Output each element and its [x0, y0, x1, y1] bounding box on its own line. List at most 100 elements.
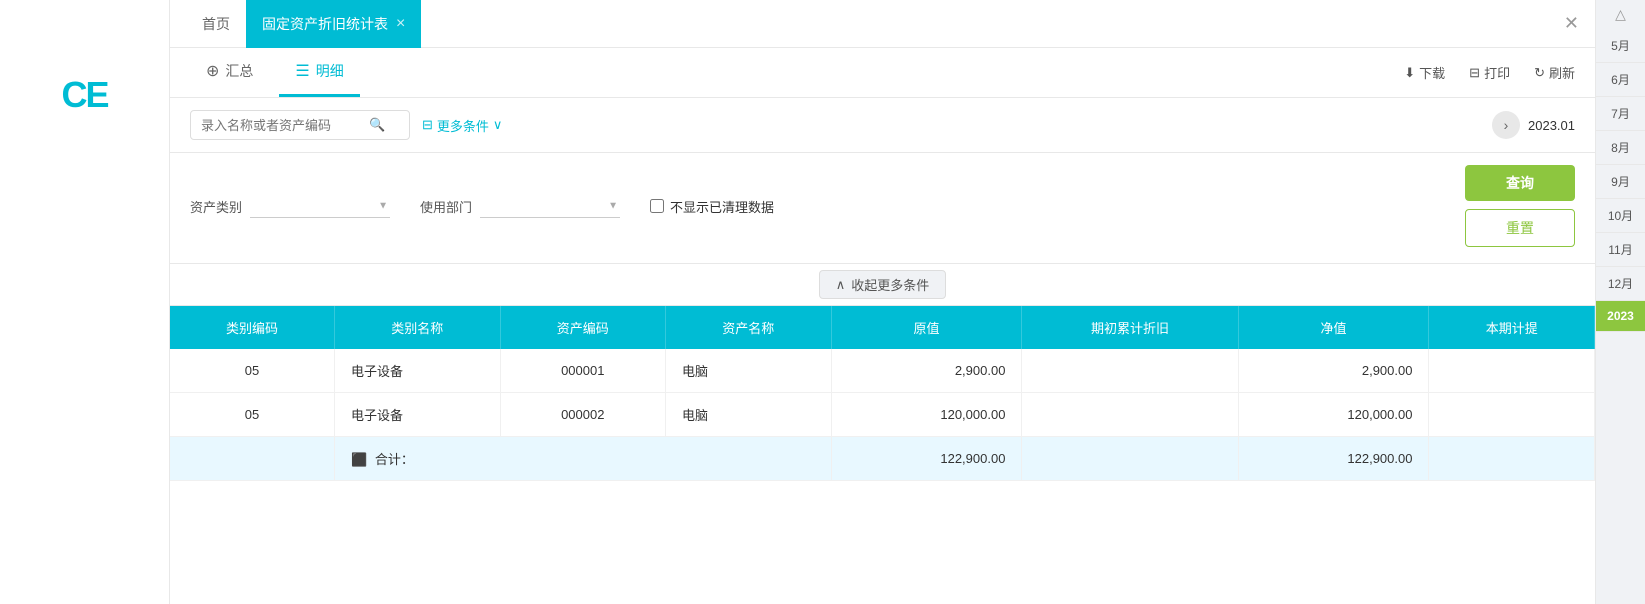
- collapse-more-btn[interactable]: ∧ 收起更多条件: [819, 270, 947, 299]
- cell-current-period: [1429, 393, 1595, 437]
- active-tab[interactable]: 固定资产折旧统计表 ×: [246, 0, 421, 48]
- asset-category-label: 资产类别: [190, 197, 242, 216]
- department-filter: 使用部门 ▼: [420, 194, 620, 218]
- refresh-label: 刷新: [1549, 63, 1575, 82]
- department-select[interactable]: [480, 194, 620, 218]
- month-6[interactable]: 6月: [1596, 63, 1645, 97]
- month-12[interactable]: 12月: [1596, 267, 1645, 301]
- active-tab-label: 固定资产折旧统计表: [262, 14, 388, 34]
- tab-detail[interactable]: ☰ 明细: [279, 48, 359, 97]
- tab-summary-label: 汇总: [225, 61, 253, 81]
- window-close-btn[interactable]: ✕: [1564, 13, 1579, 34]
- year-2023[interactable]: 2023: [1596, 301, 1645, 332]
- print-btn[interactable]: ⊟ 打印: [1469, 63, 1510, 82]
- collapse-bar: ∧ 收起更多条件: [170, 264, 1595, 306]
- summary-current-period: [1429, 437, 1595, 481]
- toolbar-actions: ⬇ 下载 ⊟ 打印 ↻ 刷新: [1404, 63, 1575, 82]
- collapse-sidebar-btn[interactable]: ›: [1492, 111, 1520, 139]
- col-accumulated-dep: 期初累计折旧: [1022, 306, 1238, 349]
- month-10[interactable]: 10月: [1596, 199, 1645, 233]
- col-net-value: 净值: [1238, 306, 1429, 349]
- col-current-period: 本期计提: [1429, 306, 1595, 349]
- department-select-wrapper: ▼: [480, 194, 620, 218]
- hide-cleared-checkbox[interactable]: [650, 199, 664, 213]
- sub-tabs: ⊕ 汇总 ☰ 明细 ⬇ 下载 ⊟ 打印 ↻ 刷新: [170, 48, 1595, 98]
- extended-filter: 资产类别 ▼ 使用部门 ▼ 不显示已清理数: [170, 153, 1595, 264]
- col-category-code: 类别编码: [170, 306, 335, 349]
- cell-asset-code: 000001: [500, 349, 666, 393]
- chevron-down-icon: ∨: [493, 117, 503, 133]
- nav-home[interactable]: 首页: [186, 14, 246, 34]
- cell-category-name: 电子设备: [335, 349, 501, 393]
- main-content: 首页 固定资产折旧统计表 × ✕ ⊕ 汇总 ☰ 明细 ⬇ 下载 ⊟ 打印 ↻: [170, 0, 1595, 604]
- table-header-row: 类别编码 类别名称 资产编码 资产名称 原值 期初累计折旧 净值 本期计提: [170, 306, 1595, 349]
- sidebar-logo: CE: [0, 0, 170, 604]
- tab-close-btn[interactable]: ×: [396, 15, 405, 33]
- cell-accumulated-dep: [1022, 393, 1238, 437]
- hide-cleared-checkbox-item[interactable]: 不显示已清理数据: [650, 197, 774, 216]
- summary-label: ⬛ 合计：: [335, 437, 832, 481]
- month-5[interactable]: 5月: [1596, 29, 1645, 63]
- refresh-btn[interactable]: ↻ 刷新: [1534, 63, 1575, 82]
- cell-category-code: 05: [170, 349, 335, 393]
- month-8[interactable]: 8月: [1596, 131, 1645, 165]
- table-summary-row: ⬛ 合计： 122,900.00 122,900.00: [170, 437, 1595, 481]
- col-asset-name: 资产名称: [666, 306, 832, 349]
- summary-icon: ⊕: [206, 61, 219, 81]
- cell-accumulated-dep: [1022, 349, 1238, 393]
- date-display: 2023.01: [1528, 118, 1575, 133]
- filter-bar: 🔍 ⊟ 更多条件 ∨ › 2023.01: [170, 98, 1595, 153]
- scroll-up-btn[interactable]: △: [1596, 0, 1645, 29]
- summary-icon-cell: [170, 437, 335, 481]
- cell-net-value: 2,900.00: [1238, 349, 1429, 393]
- cell-category-name: 电子设备: [335, 393, 501, 437]
- hide-cleared-label: 不显示已清理数据: [670, 197, 774, 216]
- more-conditions-label: 更多条件: [437, 116, 489, 135]
- filter-row: 资产类别 ▼ 使用部门 ▼ 不显示已清理数: [190, 165, 1575, 247]
- cell-asset-code: 000002: [500, 393, 666, 437]
- cell-net-value: 120,000.00: [1238, 393, 1429, 437]
- filter-icon: ⊟: [422, 117, 433, 133]
- cell-asset-name: 电脑: [666, 393, 832, 437]
- download-btn[interactable]: ⬇ 下载: [1404, 63, 1445, 82]
- download-label: 下载: [1419, 63, 1445, 82]
- download-icon: ⬇: [1404, 65, 1415, 81]
- collapse-label: 收起更多条件: [851, 275, 929, 294]
- asset-category-select[interactable]: [250, 194, 390, 218]
- query-btn[interactable]: 查询: [1465, 165, 1575, 201]
- top-nav: 首页 固定资产折旧统计表 × ✕: [170, 0, 1595, 48]
- month-11[interactable]: 11月: [1596, 233, 1645, 267]
- tab-detail-label: 明细: [316, 61, 344, 81]
- col-original-value: 原值: [831, 306, 1022, 349]
- more-conditions-btn[interactable]: ⊟ 更多条件 ∨: [422, 116, 502, 135]
- summary-net-value: 122,900.00: [1238, 437, 1429, 481]
- data-table: 类别编码 类别名称 资产编码 资产名称 原值 期初累计折旧 净值 本期计提 05…: [170, 306, 1595, 481]
- month-7[interactable]: 7月: [1596, 97, 1645, 131]
- collapse-icon: ∧: [836, 277, 846, 293]
- cell-category-code: 05: [170, 393, 335, 437]
- logo-text: CE: [40, 60, 130, 130]
- print-icon: ⊟: [1469, 65, 1480, 81]
- cell-current-period: [1429, 349, 1595, 393]
- cell-original-value: 120,000.00: [831, 393, 1022, 437]
- filter-action-buttons: 查询 重置: [1465, 165, 1575, 247]
- tab-summary[interactable]: ⊕ 汇总: [190, 48, 269, 97]
- table-container: 类别编码 类别名称 资产编码 资产名称 原值 期初累计折旧 净值 本期计提 05…: [170, 306, 1595, 604]
- search-input[interactable]: [201, 118, 361, 133]
- summary-accumulated-dep: [1022, 437, 1238, 481]
- asset-category-select-wrapper: ▼: [250, 194, 390, 218]
- search-box[interactable]: 🔍: [190, 110, 410, 140]
- summary-original-value: 122,900.00: [831, 437, 1022, 481]
- reset-btn[interactable]: 重置: [1465, 209, 1575, 247]
- month-9[interactable]: 9月: [1596, 165, 1645, 199]
- print-label: 打印: [1484, 63, 1510, 82]
- search-icon: 🔍: [369, 117, 385, 133]
- refresh-icon: ↻: [1534, 65, 1545, 81]
- cell-asset-name: 电脑: [666, 349, 832, 393]
- col-category-name: 类别名称: [335, 306, 501, 349]
- col-asset-code: 资产编码: [500, 306, 666, 349]
- table-row: 05 电子设备 000002 电脑 120,000.00 120,000.00: [170, 393, 1595, 437]
- detail-icon: ☰: [295, 61, 309, 81]
- cell-original-value: 2,900.00: [831, 349, 1022, 393]
- asset-category-filter: 资产类别 ▼: [190, 194, 390, 218]
